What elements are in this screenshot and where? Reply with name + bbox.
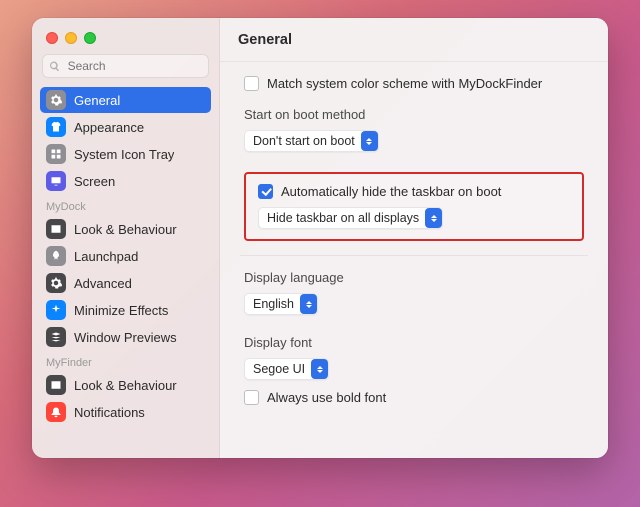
auto-hide-taskbar-label: Automatically hide the taskbar on boot (281, 184, 501, 199)
auto-hide-taskbar-row[interactable]: Automatically hide the taskbar on boot (258, 184, 570, 199)
sidebar-item-general[interactable]: General (40, 87, 211, 113)
boot-group: Start on boot method Don't start on boot (244, 107, 584, 152)
close-window-button[interactable] (46, 32, 58, 44)
search-input-wrap[interactable] (42, 54, 209, 78)
sidebar-item-notifications[interactable]: Notifications (40, 399, 211, 425)
window-icon (46, 219, 66, 239)
search-icon (49, 60, 61, 73)
taskbar-settings-highlight: Automatically hide the taskbar on boot H… (244, 172, 584, 241)
window-icon (46, 375, 66, 395)
grid-icon (46, 144, 66, 164)
window-traffic-lights (32, 28, 219, 54)
sidebar-item-window-previews[interactable]: Window Previews (40, 324, 211, 350)
settings-scroll[interactable]: Match system color scheme with MyDockFin… (220, 62, 608, 458)
sidebar-item-minimize-effects[interactable]: Minimize Effects (40, 297, 211, 323)
font-group-title: Display font (244, 335, 584, 350)
zoom-window-button[interactable] (84, 32, 96, 44)
minimize-window-button[interactable] (65, 32, 77, 44)
sidebar-item-system-icon-tray[interactable]: System Icon Tray (40, 141, 211, 167)
sidebar-item-label: Launchpad (74, 249, 138, 264)
chevron-updown-icon (311, 359, 328, 379)
divider (240, 255, 588, 256)
language-group-title: Display language (244, 270, 584, 285)
language-value: English (253, 297, 300, 311)
sidebar-item-look-behaviour[interactable]: Look & Behaviour (40, 372, 211, 398)
boot-method-value: Don't start on boot (253, 134, 361, 148)
preferences-window: General Appearance System Icon Tray Screen M… (32, 18, 608, 458)
match-color-scheme-checkbox[interactable] (244, 76, 259, 91)
page-title: General (238, 32, 292, 48)
sidebar-item-label: Look & Behaviour (74, 222, 177, 237)
sidebar-item-screen[interactable]: Screen (40, 168, 211, 194)
bell-icon (46, 402, 66, 422)
stack-icon (46, 327, 66, 347)
search-input[interactable] (66, 58, 202, 74)
sidebar-item-label: System Icon Tray (74, 147, 174, 162)
sidebar-item-label: Window Previews (74, 330, 177, 345)
section-label-mydock: MyDock (32, 195, 219, 215)
match-color-scheme-row[interactable]: Match system color scheme with MyDockFin… (244, 76, 584, 91)
gear-icon (46, 273, 66, 293)
font-select[interactable]: Segoe UI (244, 358, 329, 380)
sidebar-item-label: Screen (74, 174, 115, 189)
chevron-updown-icon (300, 294, 317, 314)
language-group: Display language English (244, 270, 584, 315)
content-header: General (220, 18, 608, 62)
font-group: Display font Segoe UI Always use bold fo… (244, 335, 584, 405)
language-select[interactable]: English (244, 293, 318, 315)
chevron-updown-icon (361, 131, 378, 151)
bold-font-label: Always use bold font (267, 390, 386, 405)
boot-method-select[interactable]: Don't start on boot (244, 130, 379, 152)
gear-icon (46, 90, 66, 110)
sidebar-item-advanced[interactable]: Advanced (40, 270, 211, 296)
sidebar-item-launchpad[interactable]: Launchpad (40, 243, 211, 269)
content-pane: General Match system color scheme with M… (220, 18, 608, 458)
chevron-updown-icon (425, 208, 442, 228)
font-value: Segoe UI (253, 362, 311, 376)
sidebar-item-label: Minimize Effects (74, 303, 168, 318)
bold-font-row[interactable]: Always use bold font (244, 390, 584, 405)
auto-hide-taskbar-checkbox[interactable] (258, 184, 273, 199)
boot-group-title: Start on boot method (244, 107, 584, 122)
hide-taskbar-scope-value: Hide taskbar on all displays (267, 211, 425, 225)
sidebar-item-look-behaviour[interactable]: Look & Behaviour (40, 216, 211, 242)
sidebar-item-label: Look & Behaviour (74, 378, 177, 393)
sidebar-item-label: General (74, 93, 120, 108)
sidebar-item-label: Notifications (74, 405, 145, 420)
sidebar: General Appearance System Icon Tray Screen M… (32, 18, 220, 458)
rocket-icon (46, 246, 66, 266)
hide-taskbar-scope-select[interactable]: Hide taskbar on all displays (258, 207, 443, 229)
match-color-scheme-label: Match system color scheme with MyDockFin… (267, 76, 542, 91)
bold-font-checkbox[interactable] (244, 390, 259, 405)
sidebar-item-label: Advanced (74, 276, 132, 291)
tshirt-icon (46, 117, 66, 137)
sidebar-item-appearance[interactable]: Appearance (40, 114, 211, 140)
display-icon (46, 171, 66, 191)
sidebar-item-label: Appearance (74, 120, 144, 135)
section-label-myfinder: MyFinder (32, 351, 219, 371)
sidebar-nav: General Appearance System Icon Tray Screen M… (32, 86, 219, 458)
sparkle-icon (46, 300, 66, 320)
